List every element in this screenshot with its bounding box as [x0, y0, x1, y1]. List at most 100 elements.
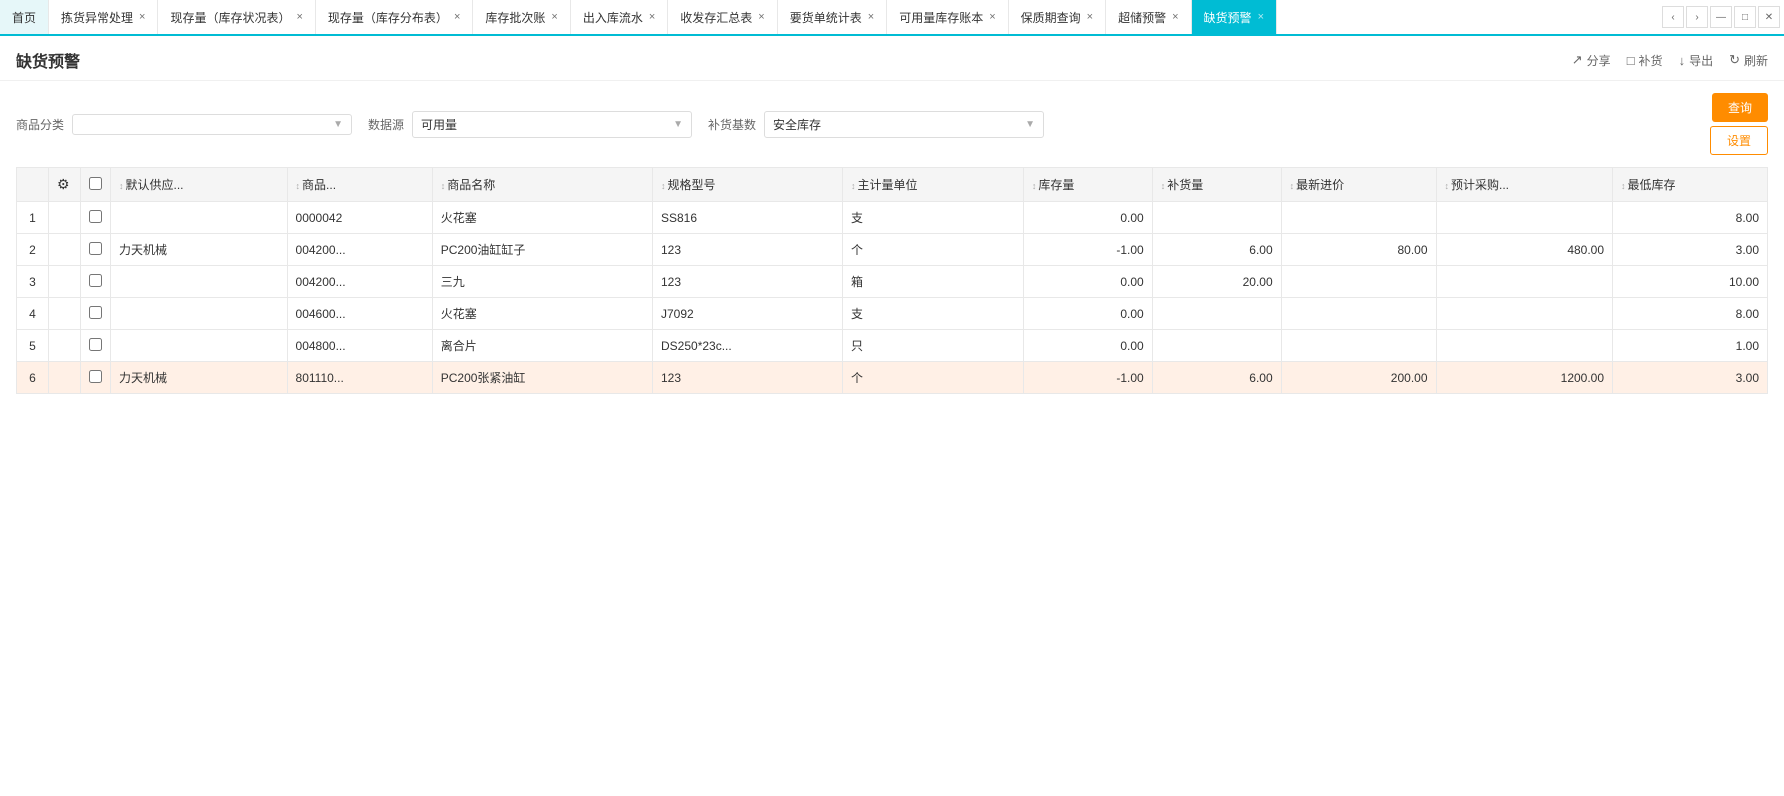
row-select-2[interactable]	[89, 274, 102, 287]
col-label-replenish_qty: 补货量	[1167, 178, 1203, 192]
tab-close-4[interactable]: ×	[551, 11, 557, 23]
row-checkbox-0[interactable]	[81, 202, 111, 234]
cell-supplier-2	[111, 266, 288, 298]
row-checkbox-1[interactable]	[81, 234, 111, 266]
export-button[interactable]: ↓ 导出	[1679, 52, 1714, 69]
col-est_purchase[interactable]: ↕预计采购...	[1436, 168, 1613, 202]
replenish-filter-group: 补货基数 安全库存 ▼	[708, 111, 1044, 138]
tab-close-9[interactable]: ×	[1087, 11, 1093, 23]
sort-icon: ↕	[1032, 181, 1037, 191]
cell-unit-1: 个	[842, 234, 1023, 266]
row-checkbox-5[interactable]	[81, 362, 111, 394]
row-checkbox-2[interactable]	[81, 266, 111, 298]
tab-item-7[interactable]: 要货单统计表×	[778, 0, 887, 34]
cell-product_code-1: 004200...	[287, 234, 432, 266]
cell-latest_price-0	[1281, 202, 1436, 234]
cell-unit-5: 个	[842, 362, 1023, 394]
cell-product_name-4: 离合片	[432, 330, 652, 362]
cell-spec-1: 123	[653, 234, 843, 266]
cell-min_stock-2: 10.00	[1613, 266, 1768, 298]
cell-product_name-1: PC200油缸缸子	[432, 234, 652, 266]
tab-label-6: 收发存汇总表	[680, 9, 752, 26]
row-select-4[interactable]	[89, 338, 102, 351]
page-title: 缺货预警	[16, 48, 1572, 72]
tab-close-11[interactable]: ×	[1258, 11, 1264, 23]
col-product_code[interactable]: ↕商品...	[287, 168, 432, 202]
cell-replenish_qty-3	[1152, 298, 1281, 330]
row-gear-3	[49, 298, 81, 330]
cell-product_code-2: 004200...	[287, 266, 432, 298]
col-unit[interactable]: ↕主计量单位	[842, 168, 1023, 202]
col-stock[interactable]: ↕库存量	[1023, 168, 1152, 202]
tab-item-6[interactable]: 收发存汇总表 ×	[668, 0, 777, 34]
share-button[interactable]: ↗ 分享	[1572, 52, 1611, 69]
row-checkbox-3[interactable]	[81, 298, 111, 330]
gear-settings-icon[interactable]: ⚙	[57, 176, 70, 192]
tab-label-1: 拣货异常处理	[61, 9, 133, 26]
tab-item-0[interactable]: 首页	[0, 0, 49, 34]
tab-close-1[interactable]: ×	[139, 11, 145, 23]
row-select-5[interactable]	[89, 370, 102, 383]
col-gear[interactable]: ⚙	[49, 168, 81, 202]
tab-close-8[interactable]: ×	[989, 11, 995, 23]
tab-item-1[interactable]: 拣货异常处理 ×	[49, 0, 158, 34]
select-all-checkbox[interactable]	[89, 177, 102, 190]
col-latest_price[interactable]: ↕最新进价	[1281, 168, 1436, 202]
tab-prev-button[interactable]: ‹	[1662, 6, 1684, 28]
row-select-3[interactable]	[89, 306, 102, 319]
cell-est_purchase-5: 1200.00	[1436, 362, 1613, 394]
tab-close-2[interactable]: ×	[296, 11, 302, 23]
tab-item-11[interactable]: 缺货预警×	[1192, 0, 1277, 34]
table-container: ⚙↕默认供应...↕商品...↕商品名称↕规格型号↕主计量单位↕库存量↕补货量↕…	[0, 167, 1784, 394]
settings-button[interactable]: 设置	[1710, 126, 1768, 155]
replenish-button[interactable]: □ 补货	[1627, 52, 1663, 69]
tab-item-9[interactable]: 保质期查询×	[1009, 0, 1106, 34]
cell-min_stock-1: 3.00	[1613, 234, 1768, 266]
cell-spec-0: SS816	[653, 202, 843, 234]
col-min_stock[interactable]: ↕最低库存	[1613, 168, 1768, 202]
sort-icon: ↕	[1161, 181, 1166, 191]
tab-close-10[interactable]: ×	[1172, 11, 1178, 23]
tab-next-button[interactable]: ›	[1686, 6, 1708, 28]
row-select-0[interactable]	[89, 210, 102, 223]
tab-item-8[interactable]: 可用量库存账本×	[887, 0, 1008, 34]
cell-stock-2: 0.00	[1023, 266, 1152, 298]
replenish-select[interactable]: 安全库存 ▼	[764, 111, 1044, 138]
query-button[interactable]: 查询	[1712, 93, 1768, 122]
cell-product_name-5: PC200张紧油缸	[432, 362, 652, 394]
refresh-button[interactable]: ↻ 刷新	[1729, 52, 1768, 69]
window-close-button[interactable]: ✕	[1758, 6, 1780, 28]
tab-item-2[interactable]: 现存量（库存状况表） ×	[158, 0, 315, 34]
category-chevron-icon: ▼	[333, 119, 343, 130]
tab-item-5[interactable]: 出入库流水×	[571, 0, 668, 34]
tab-item-4[interactable]: 库存批次账 ×	[473, 0, 570, 34]
col-supplier[interactable]: ↕默认供应...	[111, 168, 288, 202]
tab-label-4: 库存批次账	[485, 9, 545, 26]
cell-spec-2: 123	[653, 266, 843, 298]
tab-close-3[interactable]: ×	[454, 11, 460, 23]
export-label: 导出	[1689, 52, 1713, 69]
tab-close-7[interactable]: ×	[868, 11, 874, 23]
tab-label-2: 现存量（库存状况表）	[170, 9, 290, 26]
tab-close-6[interactable]: ×	[758, 11, 764, 23]
cell-latest_price-1: 80.00	[1281, 234, 1436, 266]
window-minimize-button[interactable]: —	[1710, 6, 1732, 28]
window-restore-button[interactable]: □	[1734, 6, 1756, 28]
category-select[interactable]: ▼	[72, 114, 352, 135]
tab-close-5[interactable]: ×	[649, 11, 655, 23]
datasource-value: 可用量	[421, 116, 457, 133]
row-select-1[interactable]	[89, 242, 102, 255]
tab-item-3[interactable]: 现存量（库存分布表）×	[316, 0, 473, 34]
datasource-select[interactable]: 可用量 ▼	[412, 111, 692, 138]
row-checkbox-4[interactable]	[81, 330, 111, 362]
row-num-3: 4	[17, 298, 49, 330]
cell-stock-5: -1.00	[1023, 362, 1152, 394]
col-spec[interactable]: ↕规格型号	[653, 168, 843, 202]
replenish-icon: □	[1627, 53, 1635, 68]
tab-item-10[interactable]: 超储预警×	[1106, 0, 1191, 34]
col-product_name[interactable]: ↕商品名称	[432, 168, 652, 202]
col-replenish_qty[interactable]: ↕补货量	[1152, 168, 1281, 202]
row-num-4: 5	[17, 330, 49, 362]
col-label-product_code: 商品...	[302, 178, 336, 192]
col-checkbox[interactable]	[81, 168, 111, 202]
